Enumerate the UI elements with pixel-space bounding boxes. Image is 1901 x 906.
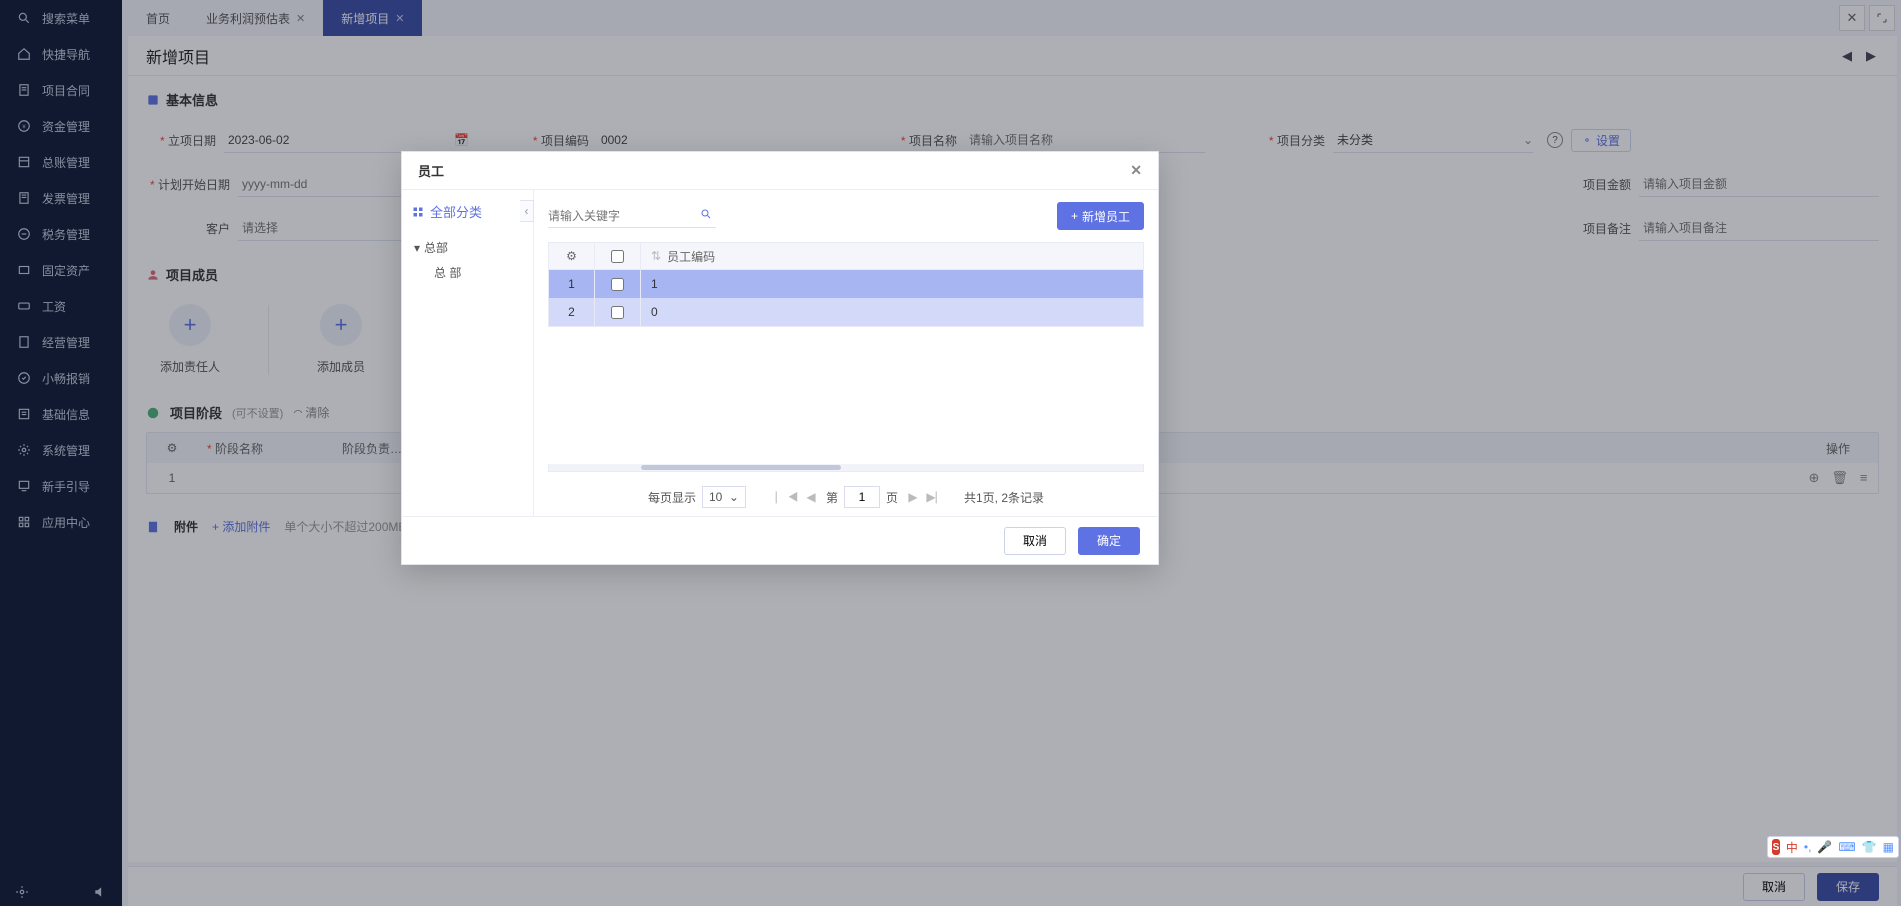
modal-category-panel: 全部分类 ▾总部 总 部 ‹ [402,190,534,516]
ime-mic-icon: 🎤 [1817,840,1832,854]
employee-table: ⚙ ⇅ 员工编码 1 1 2 0 [548,242,1144,327]
table-row[interactable]: 1 1 [549,270,1143,298]
tree-item-child[interactable]: 总 部 [412,260,523,285]
pager-summary: 共1页, 2条记录 [964,489,1044,506]
pager-first[interactable]: ⎸◀ [778,488,796,506]
horizontal-scrollbar[interactable] [548,464,1144,472]
col-code-label: 员工编码 [667,248,715,265]
modal-cancel-button[interactable]: 取消 [1004,527,1066,555]
row-checkbox[interactable] [611,306,624,319]
ime-lang-label: 中 [1786,839,1798,856]
perpage-label: 每页显示 [648,489,696,506]
pager-prev[interactable]: ◀ [802,488,820,506]
row-code: 0 [641,305,1143,319]
ime-keyboard-icon: ⌨ [1838,840,1855,854]
employee-modal: 员工 ✕ 全部分类 ▾总部 总 部 ‹ + 新增员工 [401,151,1159,565]
ime-skin-icon: 👕 [1862,840,1877,854]
pager-last[interactable]: ▶⎸ [928,488,946,506]
select-all-checkbox[interactable] [611,250,624,263]
row-index: 1 [549,270,595,298]
modal-title: 员工 [418,161,444,180]
modal-close-icon[interactable]: ✕ [1130,162,1142,179]
ime-logo-icon: S [1772,839,1780,855]
perpage-select[interactable]: 10⌄ [702,486,746,508]
collapse-handle[interactable]: ‹ [520,200,534,222]
search-input[interactable] [548,204,716,228]
pager-next[interactable]: ▶ [904,488,922,506]
pager: 每页显示 10⌄ ⎸◀ ◀ 第 页 ▶ ▶⎸ 共1页, 2条记录 [548,486,1144,508]
tree-item-root[interactable]: ▾总部 [412,235,523,260]
gear-icon[interactable]: ⚙ [566,249,577,263]
row-index: 2 [549,298,595,326]
ime-punct-icon: •, [1804,840,1812,854]
page-word: 页 [886,489,898,506]
table-row[interactable]: 2 0 [549,298,1143,326]
add-employee-button[interactable]: + 新增员工 [1057,202,1144,230]
caret-down-icon: ▾ [414,241,420,255]
search-box [548,204,716,228]
all-categories-link[interactable]: 全部分类 [412,202,523,221]
search-icon[interactable] [700,208,712,220]
sort-icon[interactable]: ⇅ [651,249,661,263]
ime-toolbar[interactable]: S 中 •, 🎤 ⌨ 👕 ▦ [1767,836,1899,858]
row-code: 1 [641,277,1143,291]
row-checkbox[interactable] [611,278,624,291]
modal-ok-button[interactable]: 确定 [1078,527,1140,555]
page-word: 第 [826,489,838,506]
chevron-down-icon: ⌄ [729,490,739,504]
page-input[interactable] [844,486,880,508]
ime-menu-icon: ▦ [1883,840,1894,854]
